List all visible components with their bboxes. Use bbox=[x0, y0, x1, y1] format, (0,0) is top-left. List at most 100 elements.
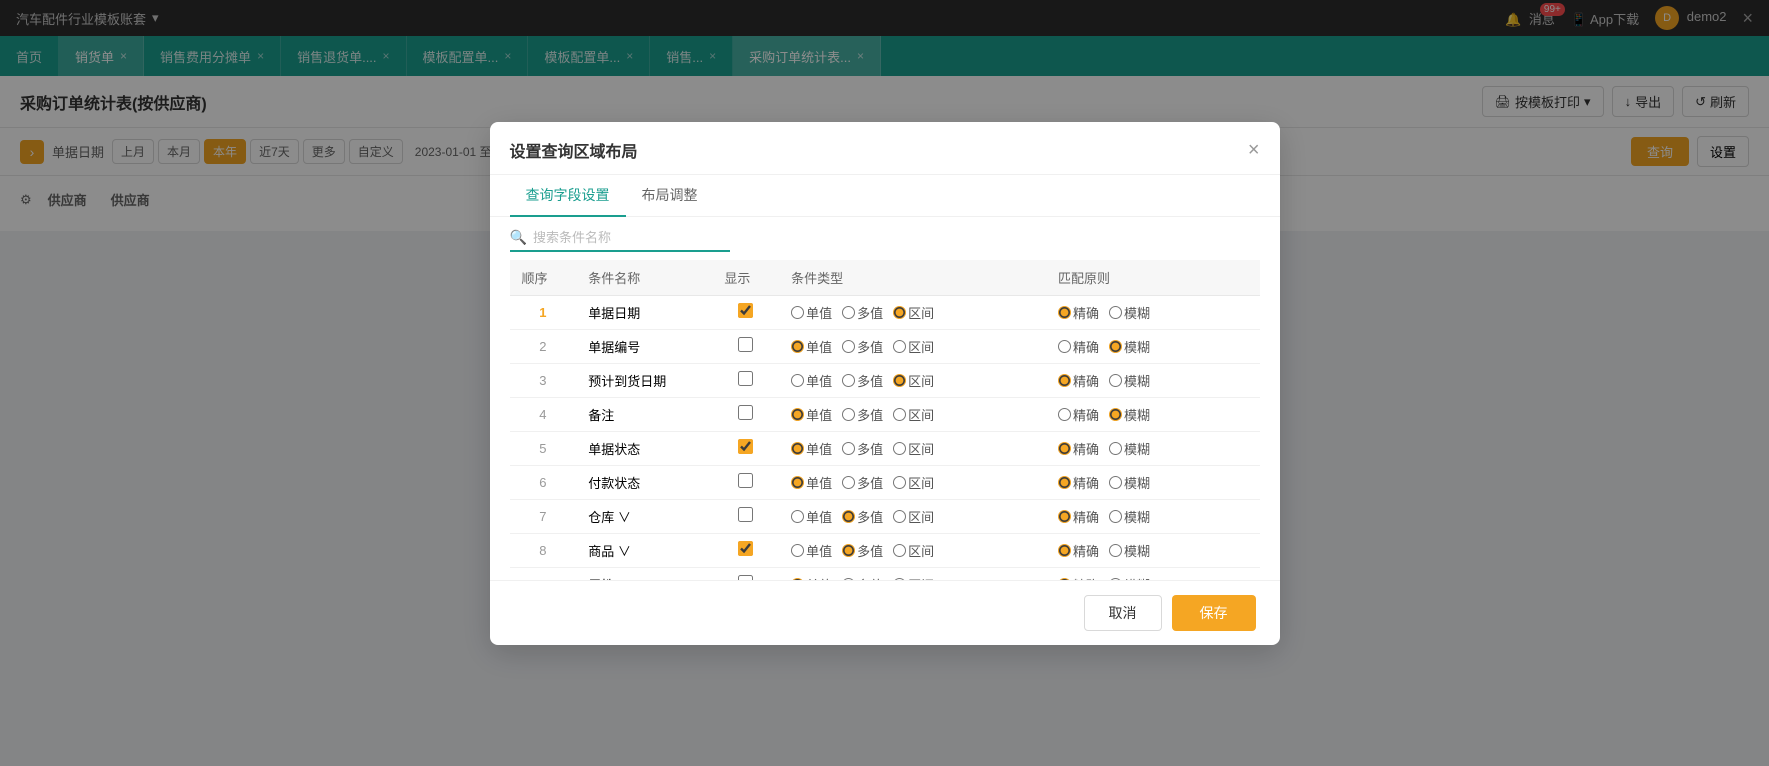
row-order: 2 bbox=[510, 329, 577, 363]
row-match-radio[interactable]: 精确模糊 bbox=[1046, 363, 1260, 397]
display-checkbox[interactable] bbox=[738, 439, 753, 454]
type-radio-range[interactable] bbox=[893, 408, 906, 421]
match-radio-fuzzy[interactable] bbox=[1109, 340, 1122, 353]
match-radio-exact[interactable] bbox=[1058, 544, 1071, 557]
row-display-checkbox[interactable] bbox=[712, 465, 779, 499]
row-display-checkbox[interactable] bbox=[712, 363, 779, 397]
condition-search-input[interactable] bbox=[533, 230, 730, 245]
display-checkbox[interactable] bbox=[738, 405, 753, 420]
type-radio-multi[interactable] bbox=[842, 306, 855, 319]
match-radio-fuzzy[interactable] bbox=[1109, 544, 1122, 557]
row-type-radio[interactable]: 单值多值区间 bbox=[779, 295, 1046, 329]
search-icon: 🔍 bbox=[510, 229, 527, 246]
match-radio-fuzzy[interactable] bbox=[1109, 408, 1122, 421]
row-match-radio[interactable]: 精确模糊 bbox=[1046, 499, 1260, 533]
type-radio-range[interactable] bbox=[893, 476, 906, 489]
match-radio-exact[interactable] bbox=[1058, 374, 1071, 387]
row-display-checkbox[interactable] bbox=[712, 567, 779, 580]
type-radio-multi[interactable] bbox=[842, 510, 855, 523]
display-checkbox[interactable] bbox=[738, 473, 753, 488]
type-radio-single[interactable] bbox=[791, 476, 804, 489]
type-radio-multi[interactable] bbox=[842, 408, 855, 421]
type-radio-range[interactable] bbox=[893, 442, 906, 455]
row-match-radio[interactable]: 精确模糊 bbox=[1046, 533, 1260, 567]
row-order: 7 bbox=[510, 499, 577, 533]
row-display-checkbox[interactable] bbox=[712, 431, 779, 465]
match-radio-exact[interactable] bbox=[1058, 476, 1071, 489]
match-radio-exact[interactable] bbox=[1058, 340, 1071, 353]
type-radio-multi[interactable] bbox=[842, 442, 855, 455]
type-radio-single[interactable] bbox=[791, 374, 804, 387]
table-row: 7仓库 ∨单值多值区间精确模糊 bbox=[510, 499, 1260, 533]
display-checkbox[interactable] bbox=[738, 507, 753, 522]
row-type-radio[interactable]: 单值多值区间 bbox=[779, 329, 1046, 363]
match-radio-exact[interactable] bbox=[1058, 408, 1071, 421]
table-row: 4备注单值多值区间精确模糊 bbox=[510, 397, 1260, 431]
cancel-button[interactable]: 取消 bbox=[1084, 595, 1162, 631]
type-radio-single[interactable] bbox=[791, 340, 804, 353]
conditions-table-body: 1单据日期单值多值区间精确模糊2单据编号单值多值区间精确模糊3预计到货日期单值多… bbox=[510, 295, 1260, 580]
row-type-radio[interactable]: 单值多值区间 bbox=[779, 465, 1046, 499]
row-display-checkbox[interactable] bbox=[712, 329, 779, 363]
conditions-table: 顺序 条件名称 显示 条件类型 匹配原则 1单据日期单值多值区间精确模糊2单据编… bbox=[510, 260, 1260, 580]
row-display-checkbox[interactable] bbox=[712, 397, 779, 431]
col-order-header: 顺序 bbox=[510, 260, 577, 296]
display-checkbox[interactable] bbox=[738, 541, 753, 556]
row-type-radio[interactable]: 单值多值区间 bbox=[779, 499, 1046, 533]
table-row: 9属性 ∨单值多值区间精确模糊 bbox=[510, 567, 1260, 580]
type-radio-multi[interactable] bbox=[842, 340, 855, 353]
row-display-checkbox[interactable] bbox=[712, 295, 779, 329]
type-radio-range[interactable] bbox=[893, 510, 906, 523]
row-match-radio[interactable]: 精确模糊 bbox=[1046, 465, 1260, 499]
row-match-radio[interactable]: 精确模糊 bbox=[1046, 431, 1260, 465]
table-row: 1单据日期单值多值区间精确模糊 bbox=[510, 295, 1260, 329]
type-radio-range[interactable] bbox=[893, 544, 906, 557]
row-type-radio[interactable]: 单值多值区间 bbox=[779, 431, 1046, 465]
match-radio-fuzzy[interactable] bbox=[1109, 442, 1122, 455]
type-radio-single[interactable] bbox=[791, 442, 804, 455]
display-checkbox[interactable] bbox=[738, 337, 753, 352]
type-radio-range[interactable] bbox=[893, 340, 906, 353]
type-radio-single[interactable] bbox=[791, 408, 804, 421]
row-type-radio[interactable]: 单值多值区间 bbox=[779, 363, 1046, 397]
table-row: 5单据状态单值多值区间精确模糊 bbox=[510, 431, 1260, 465]
dialog-title: 设置查询区域布局 bbox=[510, 138, 638, 162]
type-radio-single[interactable] bbox=[791, 306, 804, 319]
type-radio-multi[interactable] bbox=[842, 544, 855, 557]
type-radio-range[interactable] bbox=[893, 374, 906, 387]
type-radio-single[interactable] bbox=[791, 510, 804, 523]
dialog-close-button[interactable]: × bbox=[1248, 140, 1260, 160]
col-name-header: 条件名称 bbox=[576, 260, 712, 296]
tab-layout-adjust[interactable]: 布局调整 bbox=[626, 175, 714, 217]
type-radio-multi[interactable] bbox=[842, 476, 855, 489]
match-radio-fuzzy[interactable] bbox=[1109, 374, 1122, 387]
match-radio-exact[interactable] bbox=[1058, 306, 1071, 319]
col-display-header: 显示 bbox=[712, 260, 779, 296]
match-radio-exact[interactable] bbox=[1058, 510, 1071, 523]
type-radio-single[interactable] bbox=[791, 544, 804, 557]
row-condition-name: 商品 ∨ bbox=[576, 533, 712, 567]
match-radio-exact[interactable] bbox=[1058, 442, 1071, 455]
table-row: 8商品 ∨单值多值区间精确模糊 bbox=[510, 533, 1260, 567]
display-checkbox[interactable] bbox=[738, 303, 753, 318]
row-type-radio[interactable]: 单值多值区间 bbox=[779, 567, 1046, 580]
row-display-checkbox[interactable] bbox=[712, 533, 779, 567]
display-checkbox[interactable] bbox=[738, 371, 753, 386]
row-condition-name: 单据状态 bbox=[576, 431, 712, 465]
match-radio-fuzzy[interactable] bbox=[1109, 306, 1122, 319]
type-radio-range[interactable] bbox=[893, 306, 906, 319]
row-match-radio[interactable]: 精确模糊 bbox=[1046, 397, 1260, 431]
row-type-radio[interactable]: 单值多值区间 bbox=[779, 397, 1046, 431]
row-match-radio[interactable]: 精确模糊 bbox=[1046, 567, 1260, 580]
match-radio-fuzzy[interactable] bbox=[1109, 510, 1122, 523]
dialog-search: 🔍 bbox=[490, 217, 1280, 260]
row-match-radio[interactable]: 精确模糊 bbox=[1046, 295, 1260, 329]
row-condition-name: 备注 bbox=[576, 397, 712, 431]
row-display-checkbox[interactable] bbox=[712, 499, 779, 533]
row-match-radio[interactable]: 精确模糊 bbox=[1046, 329, 1260, 363]
row-type-radio[interactable]: 单值多值区间 bbox=[779, 533, 1046, 567]
match-radio-fuzzy[interactable] bbox=[1109, 476, 1122, 489]
save-button[interactable]: 保存 bbox=[1172, 595, 1256, 631]
type-radio-multi[interactable] bbox=[842, 374, 855, 387]
tab-query-fields[interactable]: 查询字段设置 bbox=[510, 175, 626, 217]
